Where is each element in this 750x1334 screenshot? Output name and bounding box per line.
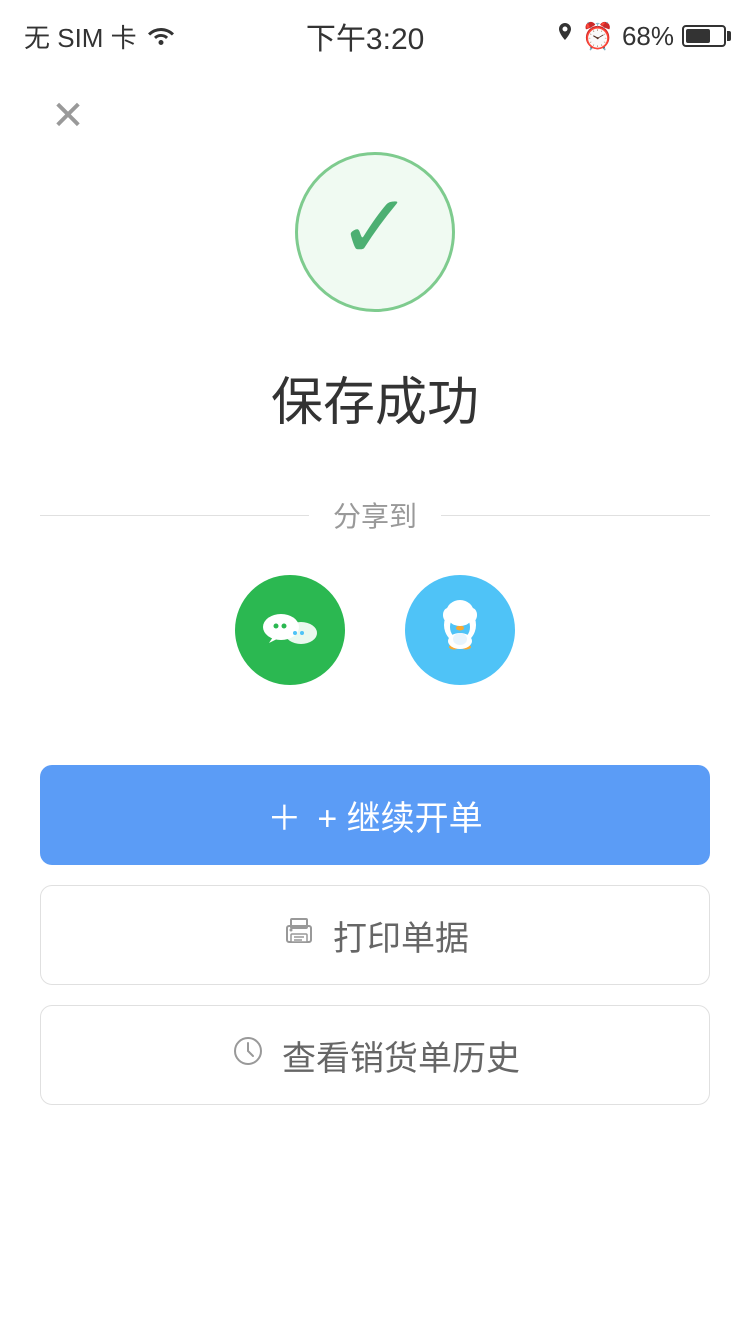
close-button[interactable]: ✕	[40, 88, 96, 144]
wechat-icon	[255, 595, 325, 665]
sim-status: 无 SIM 卡	[24, 18, 137, 55]
continue-label: + 继续开单	[317, 791, 482, 840]
alarm-icon: ⏰	[582, 21, 614, 52]
continue-button[interactable]: ＋ + 继续开单	[40, 765, 710, 865]
history-label: 查看销货单历史	[282, 1031, 520, 1080]
print-label: 打印单据	[333, 911, 469, 960]
share-icons	[235, 575, 515, 685]
main-content: ✓ 保存成功 分享到	[0, 72, 750, 1105]
print-button[interactable]: 打印单据	[40, 885, 710, 985]
success-title: 保存成功	[271, 360, 479, 435]
success-circle: ✓	[295, 152, 455, 312]
close-icon: ✕	[51, 96, 85, 136]
history-button[interactable]: 查看销货单历史	[40, 1005, 710, 1105]
print-icon	[281, 913, 317, 958]
status-left: 无 SIM 卡	[24, 18, 175, 55]
battery-percent: 68%	[622, 21, 674, 52]
wifi-icon	[147, 21, 175, 52]
share-divider: 分享到	[0, 495, 750, 535]
history-icon	[230, 1033, 266, 1078]
qq-icon	[425, 595, 495, 665]
checkmark-icon: ✓	[337, 183, 412, 273]
action-buttons: ＋ + 继续开单 打印单据	[0, 765, 750, 1105]
battery-icon	[682, 25, 726, 47]
status-bar: 无 SIM 卡 下午3:20 ⏰ 68%	[0, 0, 750, 72]
share-label: 分享到	[309, 495, 441, 535]
divider-line-left	[40, 515, 309, 516]
status-right: ⏰ 68%	[556, 21, 726, 52]
qq-share-button[interactable]	[405, 575, 515, 685]
wechat-share-button[interactable]	[235, 575, 345, 685]
status-time: 下午3:20	[306, 14, 424, 58]
location-icon	[556, 21, 574, 52]
divider-line-right	[441, 515, 710, 516]
plus-icon: ＋	[267, 791, 301, 840]
